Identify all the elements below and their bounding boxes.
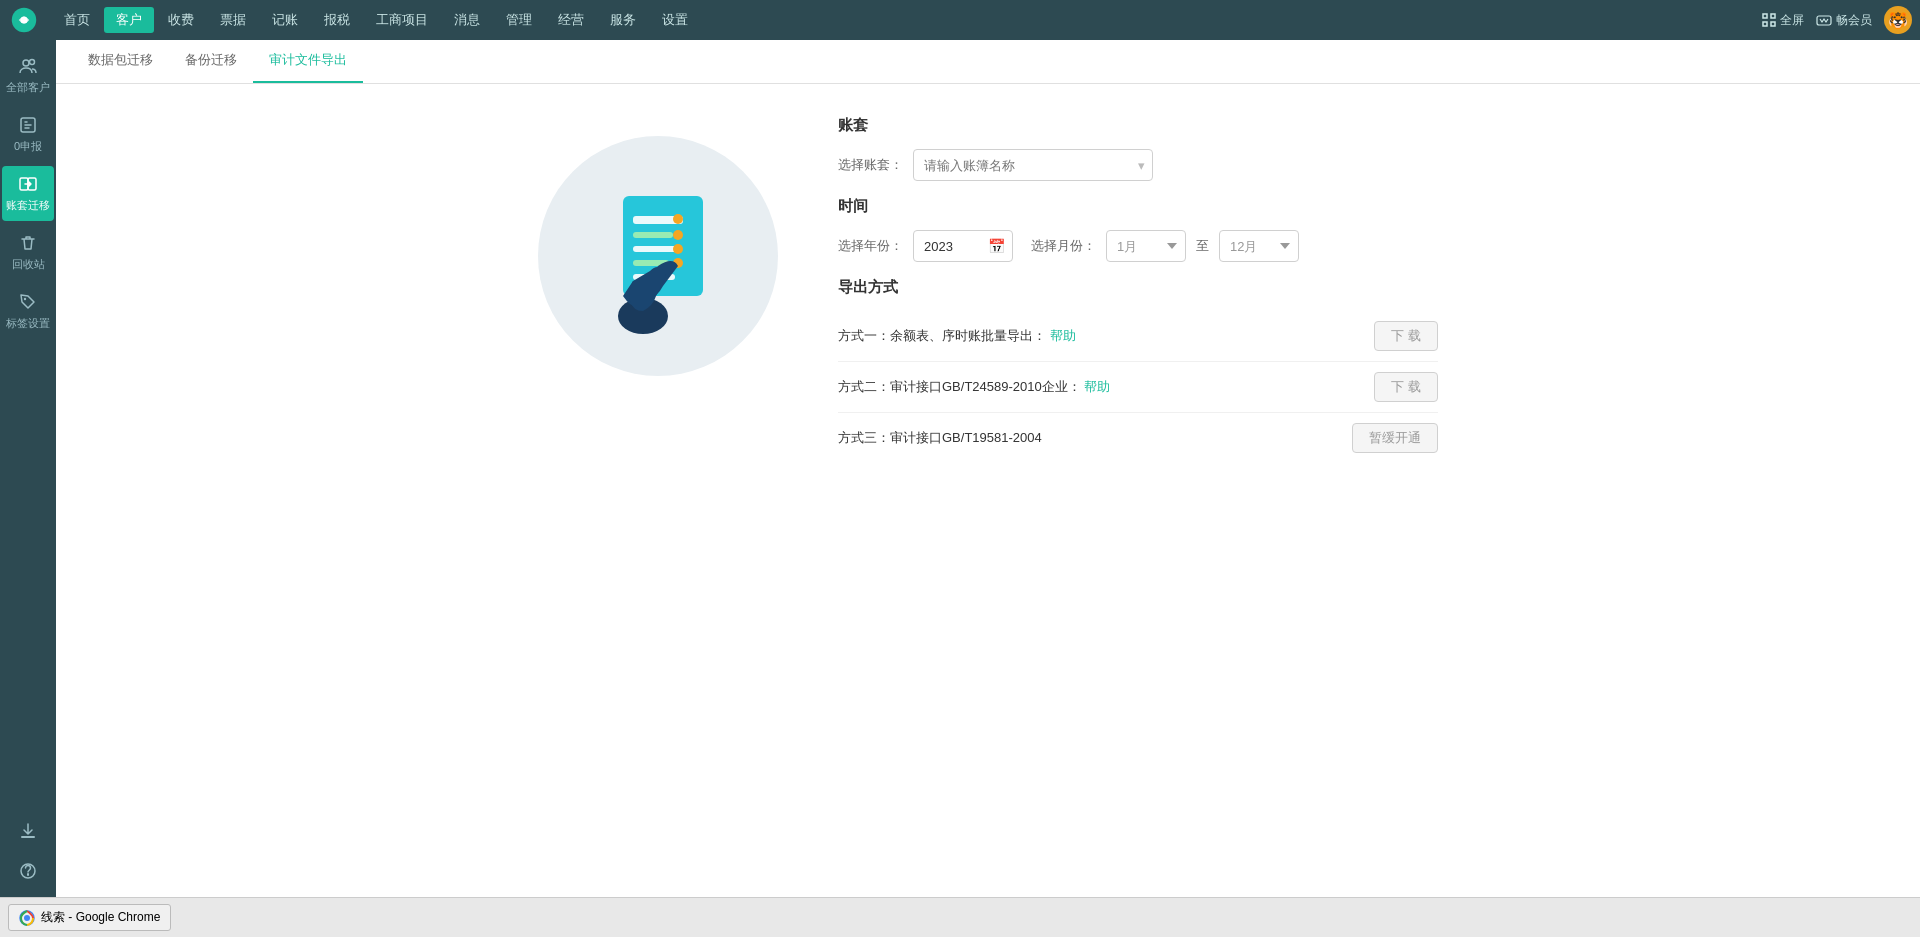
nav-settings[interactable]: 设置 [650,7,700,33]
nav-tax[interactable]: 报税 [312,7,362,33]
svg-rect-4 [1763,22,1767,26]
taskbar: 线索 - Google Chrome [0,897,1920,937]
svg-rect-18 [633,246,679,252]
export-method-3: 方式三：审计接口GB/T19581-2004 暂缓开通 [838,413,1438,463]
account-label: 选择账套： [838,156,903,174]
content-area: 数据包迁移 备份迁移 审计文件导出 [56,40,1920,897]
export-method-2: 方式二：审计接口GB/T24589-2010企业： 帮助 下 载 [838,362,1438,413]
method-1-label: 方式一：余额表、序时账批量导出： [838,328,1046,343]
export-method-1: 方式一：余额表、序时账批量导出： 帮助 下 载 [838,311,1438,362]
sidebar-item-migrate[interactable]: 账套迁移 [2,166,54,221]
nav-manage[interactable]: 管理 [494,7,544,33]
sidebar-item-download[interactable] [2,813,54,849]
time-row: 选择年份： 📅 选择月份： 1月2月3月4月 5月6月7月8月 9月10月11月… [838,230,1438,262]
nav-business[interactable]: 工商项目 [364,7,440,33]
time-section-title: 时间 [838,197,1438,216]
nav-items: 首页 客户 收费 票据 记账 报税 工商项目 消息 管理 经营 服务 设置 [52,7,1762,33]
fullscreen-button[interactable]: 全屏 [1762,12,1804,29]
nav-invoice[interactable]: 票据 [208,7,258,33]
svg-rect-2 [1763,14,1767,18]
svg-rect-17 [633,232,673,238]
year-input[interactable] [913,230,1013,262]
account-row: 选择账套： ▾ [838,149,1438,181]
sidebar-item-trash[interactable]: 回收站 [2,225,54,280]
export-section-title: 导出方式 [838,278,1438,297]
svg-point-22 [673,230,683,240]
sidebar-item-help[interactable] [2,853,54,889]
main-layout: 全部客户 0申报 账套迁移 回收站 [0,40,1920,897]
account-section-title: 账套 [838,116,1438,135]
nav-operate[interactable]: 经营 [546,7,596,33]
svg-rect-3 [1771,14,1775,18]
illustration [538,136,778,376]
taskbar-item-label: 线索 - Google Chrome [41,909,160,926]
year-input-wrap: 📅 [913,230,1013,262]
method-2-help-link[interactable]: 帮助 [1084,379,1110,394]
sidebar-item-all-customers[interactable]: 全部客户 [2,48,54,103]
nav-fee[interactable]: 收费 [156,7,206,33]
sidebar-label-zero-report: 0申报 [14,139,42,154]
sidebar-label-all-customers: 全部客户 [6,80,50,95]
svg-point-7 [23,60,29,66]
svg-rect-13 [21,836,35,838]
taskbar-chrome-item[interactable]: 线索 - Google Chrome [8,904,171,931]
method-3-label: 方式三：审计接口GB/T19581-2004 [838,430,1042,445]
content-wrapper: 账套 选择账套： ▾ 时间 选择年份： [538,116,1438,463]
svg-point-21 [673,214,683,224]
tab-data-migration[interactable]: 数据包迁移 [72,40,169,83]
month-label: 选择月份： [1031,237,1096,255]
method-2-label: 方式二：审计接口GB/T24589-2010企业： [838,379,1081,394]
method-1-download-button[interactable]: 下 载 [1374,321,1438,351]
svg-rect-5 [1771,22,1775,26]
month-end-select[interactable]: 1月2月3月4月 5月6月7月8月 9月10月11月12月 [1219,230,1299,262]
form-panel: 账套 选择账套： ▾ 时间 选择年份： [838,116,1438,463]
month-start-select[interactable]: 1月2月3月4月 5月6月7月8月 9月10月11月12月 [1106,230,1186,262]
sidebar-label-trash: 回收站 [12,257,45,272]
vip-label: 畅会员 [1836,12,1872,29]
svg-rect-6 [1817,16,1831,25]
sidebar-bottom [2,813,54,889]
method-1-help-link[interactable]: 帮助 [1050,328,1076,343]
sidebar-label-migrate: 账套迁移 [6,198,50,213]
avatar[interactable]: 🐯 [1884,6,1912,34]
sidebar-label-tag: 标签设置 [6,316,50,331]
method-3-open-button[interactable]: 暂缓开通 [1352,423,1438,453]
svg-point-23 [673,244,683,254]
svg-point-1 [21,17,28,24]
page-content: 账套 选择账套： ▾ 时间 选择年份： [56,84,1920,897]
fullscreen-label: 全屏 [1780,12,1804,29]
svg-point-8 [30,60,35,65]
year-label: 选择年份： [838,237,903,255]
tab-backup-migration[interactable]: 备份迁移 [169,40,253,83]
svg-point-12 [24,298,26,300]
tab-audit-export[interactable]: 审计文件导出 [253,40,363,83]
sidebar: 全部客户 0申报 账套迁移 回收站 [0,40,56,897]
sidebar-item-tag[interactable]: 标签设置 [2,284,54,339]
nav-accounting[interactable]: 记账 [260,7,310,33]
method-2-download-button[interactable]: 下 载 [1374,372,1438,402]
logo[interactable] [8,4,40,36]
sidebar-item-zero-report[interactable]: 0申报 [2,107,54,162]
nav-message[interactable]: 消息 [442,7,492,33]
nav-home[interactable]: 首页 [52,7,102,33]
svg-point-27 [24,915,30,921]
top-nav: 首页 客户 收费 票据 记账 报税 工商项目 消息 管理 经营 服务 设置 全屏 [0,0,1920,40]
vip-button[interactable]: 畅会员 [1816,12,1872,29]
top-nav-right: 全屏 畅会员 🐯 [1762,6,1912,34]
month-separator: 至 [1196,237,1209,255]
tabs-bar: 数据包迁移 备份迁移 审计文件导出 [56,40,1920,84]
nav-customer[interactable]: 客户 [104,7,154,33]
account-input[interactable] [913,149,1153,181]
nav-service[interactable]: 服务 [598,7,648,33]
